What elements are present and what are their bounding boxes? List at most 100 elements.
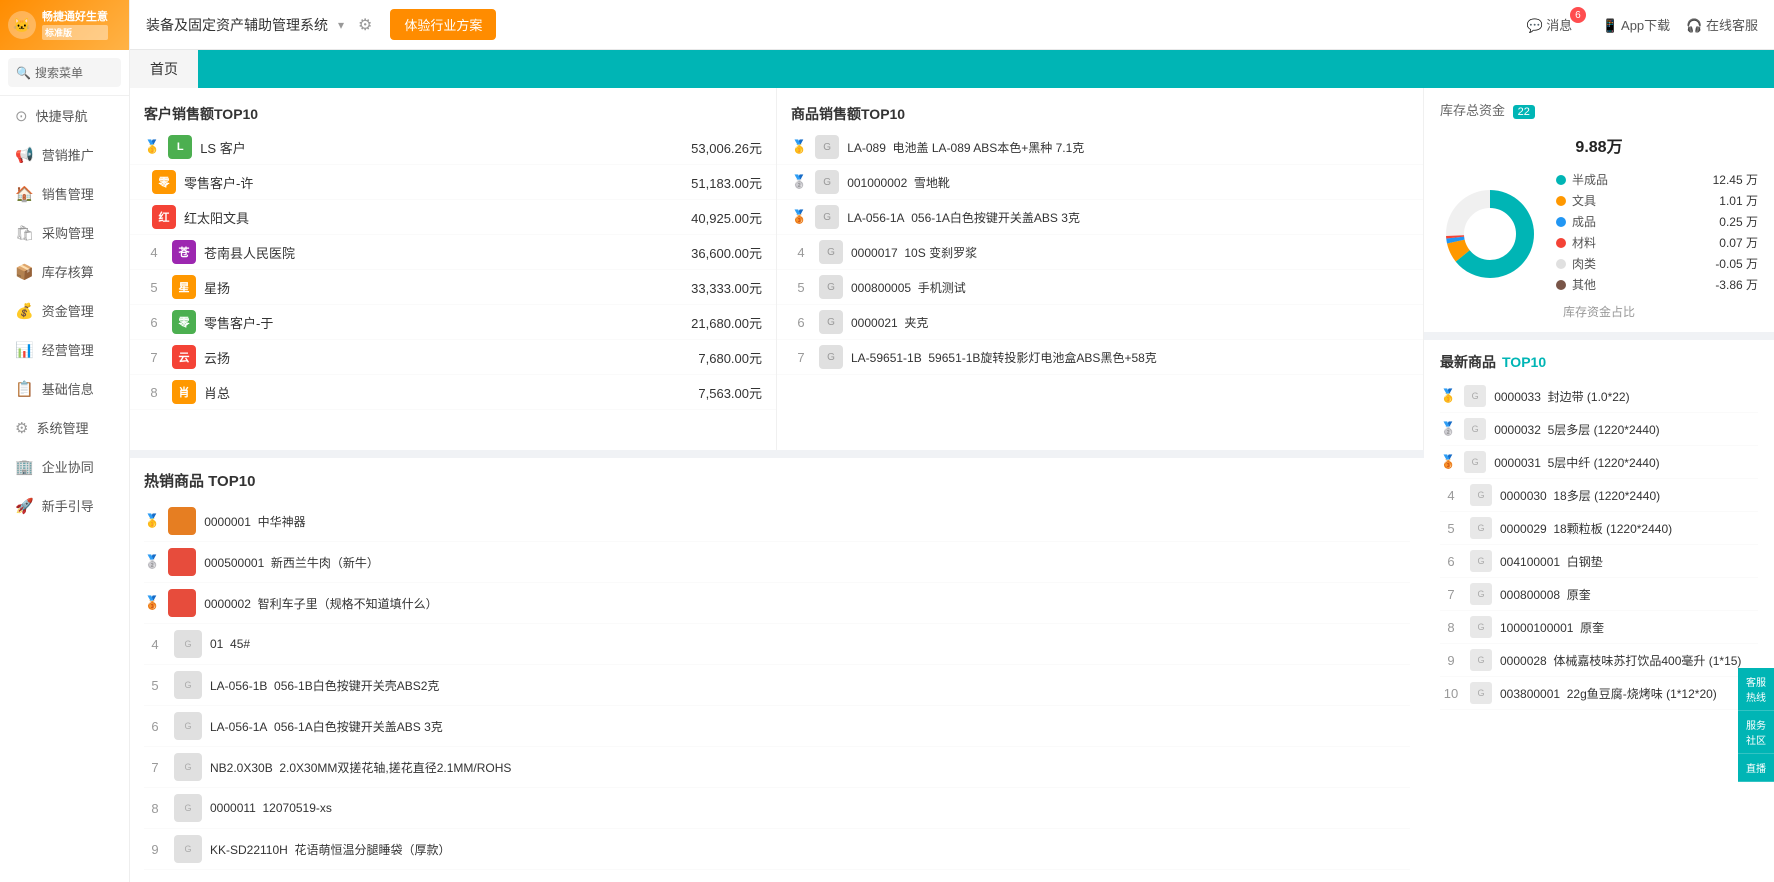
legend-item: 材料 0.07 万 <box>1556 234 1758 251</box>
top-bar-right: 💬 消息 6 📱 App下载 🎧 在线客服 <box>1526 15 1758 34</box>
sidebar-item-operations[interactable]: 📊 经营管理 <box>0 330 129 369</box>
list-item: 5 G 0000029 18颗粒板 (1220*2440) <box>1440 512 1758 545</box>
product-ranking-table: 商品销售额TOP10 🥇 G LA-089 电池盖 LA-089 ABS本色+黑… <box>777 88 1424 450</box>
legend-name: 其他 <box>1572 276 1709 293</box>
gear-icon[interactable]: ⚙ <box>358 15 372 35</box>
tab-home[interactable]: 首页 <box>130 50 198 88</box>
list-item: 🥈 G 0000032 5层多层 (1220*2440) <box>1440 413 1758 446</box>
product-name: 0000033 封边带 (1.0*22) <box>1494 388 1758 405</box>
product-icon: G <box>1470 550 1492 572</box>
search-menu-label: 搜索菜单 <box>35 64 83 81</box>
rank-number: 5 <box>144 678 166 693</box>
list-item: 4 G 0000030 18多层 (1220*2440) <box>1440 479 1758 512</box>
newest-title: 最新商品 TOP10 <box>1440 352 1758 372</box>
table-row: 6 零 零售客户-于 21,680.00元 <box>130 305 776 340</box>
product-icon: G <box>815 205 839 229</box>
list-item: 8 G 10000100001 原奎 <box>1440 611 1758 644</box>
product-icon: G <box>815 170 839 194</box>
customer-name: 零售客户-于 <box>204 313 683 332</box>
message-button[interactable]: 💬 消息 6 <box>1526 15 1585 34</box>
table-row: 7 云 云扬 7,680.00元 <box>130 340 776 375</box>
table-row: 🥉 G LA-056-1A 056-1A白色按键开关盖ABS 3克 <box>777 200 1423 235</box>
product-ranking-title: 商品销售额TOP10 <box>777 98 1423 130</box>
product-name: 01 45# <box>210 637 1410 651</box>
cs-community-button[interactable]: 服务社区 <box>1738 711 1774 754</box>
table-row: 🥇 L LS 客户 53,006.26元 <box>130 130 776 165</box>
product-name: 0000031 5层中纤 (1220*2440) <box>1494 454 1758 471</box>
rank-medal: 🥇 <box>791 139 807 155</box>
sales-icon: 🏠 <box>15 185 34 203</box>
list-item: 4G 01 45# <box>144 624 1410 665</box>
customer-name: 肖总 <box>204 383 690 402</box>
sidebar-item-system[interactable]: ⚙ 系统管理 <box>0 408 129 447</box>
list-item: 8G 0000011 12070519-xs <box>144 788 1410 829</box>
product-rows: 🥇 G LA-089 电池盖 LA-089 ABS本色+黑种 7.1克🥈 G 0… <box>777 130 1423 375</box>
search-menu-button[interactable]: 🔍 搜索菜单 <box>8 58 121 87</box>
rank-medal: 🥈 <box>144 554 160 570</box>
rankings-row: 客户销售额TOP10 🥇 L LS 客户 53,006.26元 零 零售客户-许… <box>130 88 1424 450</box>
customer-value: 21,680.00元 <box>691 313 762 332</box>
sidebar-item-purchase[interactable]: 🛍 采购管理 <box>0 213 129 252</box>
product-icon: G <box>1470 682 1492 704</box>
sidebar-item-marketing[interactable]: 📢 营销推广 <box>0 135 129 174</box>
logo-icon: 🐱 <box>8 11 36 39</box>
donut-chart <box>1440 184 1540 284</box>
product-name: 0000002 智利车子里（规格不知道填什么） <box>204 595 1410 612</box>
rank-medal: 🥇 <box>144 139 160 155</box>
finance-icon: 💰 <box>15 302 34 320</box>
cs-hotline-button[interactable]: 客服热线 <box>1738 668 1774 711</box>
sidebar-item-inventory[interactable]: 📦 库存核算 <box>0 252 129 291</box>
sidebar-item-guide[interactable]: 🚀 新手引导 <box>0 486 129 525</box>
table-row: 4 苍 苍南县人民医院 36,600.00元 <box>130 235 776 270</box>
product-ranking-label: 商品销售额TOP10 <box>791 104 905 124</box>
inventory-icon: 📦 <box>15 263 34 281</box>
sidebar-item-sales[interactable]: 🏠 销售管理 <box>0 174 129 213</box>
app-download-button[interactable]: 📱 App下载 <box>1602 15 1670 34</box>
customer-name: 云扬 <box>204 348 690 367</box>
list-item: 7 G 000800008 原奎 <box>1440 578 1758 611</box>
customer-value: 40,925.00元 <box>691 208 762 227</box>
sidebar-item-finance[interactable]: 💰 资金管理 <box>0 291 129 330</box>
sidebar-item-base[interactable]: 📋 基础信息 <box>0 369 129 408</box>
customer-value: 51,183.00元 <box>691 173 762 192</box>
avatar: 零 <box>172 310 196 334</box>
customer-value: 53,006.26元 <box>691 138 762 157</box>
left-content: 客户销售额TOP10 🥇 L LS 客户 53,006.26元 零 零售客户-许… <box>130 88 1424 882</box>
customer-ranking-table: 客户销售额TOP10 🥇 L LS 客户 53,006.26元 零 零售客户-许… <box>130 88 777 450</box>
sidebar-item-label: 基础信息 <box>42 379 94 398</box>
sidebar-item-enterprise[interactable]: 🏢 企业协同 <box>0 447 129 486</box>
product-icon: G <box>1470 484 1492 506</box>
rank-number: 5 <box>1440 521 1462 536</box>
rank-medal: 🥉 <box>1440 454 1456 470</box>
product-thumbnail: G <box>174 835 202 863</box>
sidebar-item-label: 资金管理 <box>42 301 94 320</box>
list-item: 9 G 0000028 体械嘉枝味苏打饮品400毫升 (1*15) <box>1440 644 1758 677</box>
table-row: 红 红太阳文具 40,925.00元 <box>130 200 776 235</box>
right-panel: 库存总资金 22 9.88万 <box>1424 88 1774 882</box>
legend-name: 肉类 <box>1572 255 1709 272</box>
sidebar-search-area: 🔍 搜索菜单 <box>0 50 129 96</box>
enterprise-icon: 🏢 <box>15 458 34 476</box>
legend-name: 半成品 <box>1572 171 1707 188</box>
sidebar-item-quick-nav[interactable]: ⊙ 快捷导航 <box>0 96 129 135</box>
rank-medal: 🥈 <box>1440 421 1456 437</box>
newest-section: 最新商品 TOP10 🥇 G 0000033 封边带 (1.0*22)🥈 G 0… <box>1424 340 1774 882</box>
product-name: 0000021 夹克 <box>851 314 1409 331</box>
customer-rows: 🥇 L LS 客户 53,006.26元 零 零售客户-许 51,183.00元… <box>130 130 776 410</box>
donut-area: 半成品 12.45 万 文具 1.01 万 成品 0.25 万 材料 0.07 … <box>1440 171 1758 297</box>
product-thumbnail <box>168 507 196 535</box>
base-icon: 📋 <box>15 380 34 398</box>
product-name: 004100001 白钢垫 <box>1500 553 1758 570</box>
product-name: 0000011 12070519-xs <box>210 801 1410 815</box>
product-name: LA-089 电池盖 LA-089 ABS本色+黑种 7.1克 <box>847 139 1409 156</box>
legend-dot <box>1556 259 1566 269</box>
customer-ranking-label: 客户销售额TOP10 <box>144 104 258 124</box>
legend-value: 0.25 万 <box>1719 213 1758 230</box>
legend-value: 12.45 万 <box>1713 171 1758 188</box>
trial-button[interactable]: 体验行业方案 <box>390 9 496 40</box>
cs-live-button[interactable]: 直播 <box>1738 754 1774 782</box>
customer-service-button[interactable]: 🎧 在线客服 <box>1686 15 1758 34</box>
table-row: 7 G LA-59651-1B 59651-1B旋转投影灯电池盒ABS黑色+58… <box>777 340 1423 375</box>
product-name: 000800005 手机测试 <box>851 279 1409 296</box>
rank-number: 9 <box>1440 653 1462 668</box>
